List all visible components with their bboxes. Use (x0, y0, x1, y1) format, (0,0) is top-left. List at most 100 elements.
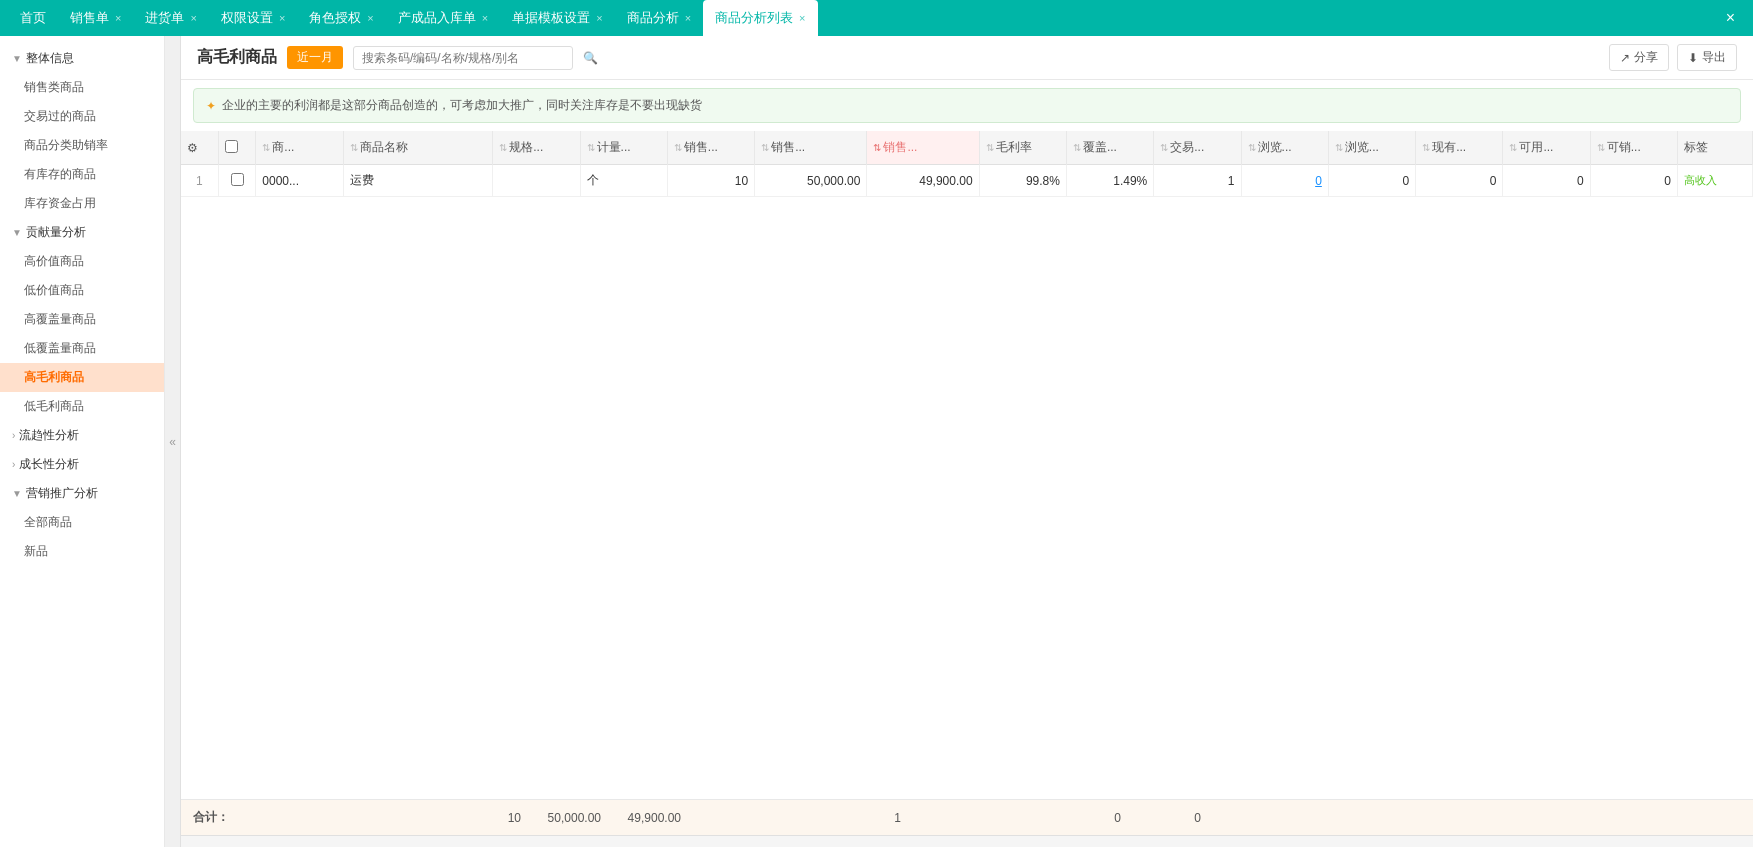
col-browse2[interactable]: ⇅ 浏览... (1328, 131, 1415, 165)
footer-trade-count: 1 (829, 811, 909, 825)
close-purchase-tab[interactable]: × (190, 12, 196, 24)
col-tag[interactable]: 标签 (1678, 131, 1753, 165)
arrow-growth: › (12, 459, 15, 470)
cell-tag: 高收入 (1678, 165, 1753, 197)
cell-checkbox[interactable] (218, 165, 255, 197)
arrow-marketing: ▼ (12, 488, 22, 499)
filter-month-button[interactable]: 近一月 (287, 46, 343, 69)
col-sale-qty[interactable]: ⇅ 销售... (667, 131, 754, 165)
sidebar-item-high-margin[interactable]: 高毛利商品 (0, 363, 164, 392)
arrow-overall: ▼ (12, 53, 22, 64)
col-settings[interactable]: ⚙ (181, 131, 218, 165)
col-sale-profit[interactable]: ⇅ 销售... (867, 131, 979, 165)
data-table: ⚙ ⇅ 商... ⇅ (181, 131, 1753, 197)
select-all-checkbox[interactable] (225, 140, 238, 153)
sidebar-item-in-stock[interactable]: 有库存的商品 (0, 160, 164, 189)
sidebar-item-low-value[interactable]: 低价值商品 (0, 276, 164, 305)
cell-sale-profit: 49,900.00 (867, 165, 979, 197)
footer-sale-profit: 49,900.00 (609, 811, 689, 825)
main-layout: ▼ 整体信息 销售类商品 交易过的商品 商品分类助销率 有库存的商品 库存资金占… (0, 36, 1753, 847)
footer-bar: 合计： 10 50,000.00 49,900.00 1 0 0 (181, 799, 1753, 835)
col-spec[interactable]: ⇅ 规格... (493, 131, 580, 165)
close-role-tab[interactable]: × (367, 12, 373, 24)
sidebar-item-traded-goods[interactable]: 交易过的商品 (0, 102, 164, 131)
search-input[interactable] (353, 46, 573, 70)
sidebar-item-high-value[interactable]: 高价值商品 (0, 247, 164, 276)
sidebar-section-overall[interactable]: ▼ 整体信息 (0, 44, 164, 73)
cell-unit: 个 (580, 165, 667, 197)
col-unit[interactable]: ⇅ 计量... (580, 131, 667, 165)
sidebar-item-new-goods[interactable]: 新品 (0, 537, 164, 566)
sidebar-section-trend[interactable]: › 流趋性分析 (0, 421, 164, 450)
col-sale-amt[interactable]: ⇅ 销售... (755, 131, 867, 165)
close-product-analysis-tab[interactable]: × (685, 12, 691, 24)
cell-saleable: 0 (1590, 165, 1677, 197)
col-code[interactable]: ⇅ 商... (256, 131, 343, 165)
footer-label: 合计： (193, 809, 229, 826)
sidebar-section-marketing[interactable]: ▼ 营销推广分析 (0, 479, 164, 508)
content-header: 高毛利商品 近一月 🔍 ↗ 分享 ⬇ 导出 (181, 36, 1753, 80)
close-template-tab[interactable]: × (596, 12, 602, 24)
cell-code: 0000... (256, 165, 343, 197)
col-name[interactable]: ⇅ 商品名称 (343, 131, 493, 165)
close-product-entry-tab[interactable]: × (482, 12, 488, 24)
sidebar-section-contribution[interactable]: ▼ 贡献量分析 (0, 218, 164, 247)
col-gross-rate[interactable]: ⇅ 毛利率 (979, 131, 1066, 165)
search-icon[interactable]: 🔍 (583, 51, 598, 65)
nav-sales[interactable]: 销售单 × (58, 0, 133, 36)
cell-browse2: 0 (1328, 165, 1415, 197)
sidebar: ▼ 整体信息 销售类商品 交易过的商品 商品分类助销率 有库存的商品 库存资金占… (0, 36, 165, 847)
col-stock[interactable]: ⇅ 现有... (1416, 131, 1503, 165)
cell-name: 运费 (343, 165, 493, 197)
nav-product-entry[interactable]: 产成品入库单 × (386, 0, 500, 36)
nav-purchase[interactable]: 进货单 × (133, 0, 208, 36)
export-icon: ⬇ (1688, 51, 1698, 65)
row-checkbox[interactable] (231, 173, 244, 186)
sidebar-item-low-margin[interactable]: 低毛利商品 (0, 392, 164, 421)
nav-home[interactable]: 首页 (8, 0, 58, 36)
cell-sale-amt: 50,000.00 (755, 165, 867, 197)
share-icon: ↗ (1620, 51, 1630, 65)
nav-template[interactable]: 单据模板设置 × (500, 0, 614, 36)
col-trade-count[interactable]: ⇅ 交易... (1154, 131, 1241, 165)
sidebar-item-low-coverage[interactable]: 低覆盖量商品 (0, 334, 164, 363)
export-button[interactable]: ⬇ 导出 (1677, 44, 1737, 71)
nav-product-analysis[interactable]: 商品分析 × (615, 0, 703, 36)
window-close-button[interactable]: × (1716, 9, 1745, 27)
nav-product-analysis-list[interactable]: 商品分析列表 × (703, 0, 817, 36)
close-product-analysis-list-tab[interactable]: × (799, 12, 805, 24)
sidebar-item-high-coverage[interactable]: 高覆盖量商品 (0, 305, 164, 334)
col-available[interactable]: ⇅ 可用... (1503, 131, 1590, 165)
sidebar-section-growth[interactable]: › 成长性分析 (0, 450, 164, 479)
sidebar-item-sales-goods[interactable]: 销售类商品 (0, 73, 164, 102)
arrow-contribution: ▼ (12, 227, 22, 238)
footer-sale-amt: 50,000.00 (529, 811, 609, 825)
cell-trade-count: 1 (1154, 165, 1241, 197)
cell-spec (493, 165, 580, 197)
table-wrapper: ⚙ ⇅ 商... ⇅ (181, 131, 1753, 799)
sidebar-item-stock-capital[interactable]: 库存资金占用 (0, 189, 164, 218)
col-saleable[interactable]: ⇅ 可销... (1590, 131, 1677, 165)
top-nav: 首页 销售单 × 进货单 × 权限设置 × 角色授权 × 产成品入库单 × 单据… (0, 0, 1753, 36)
close-sales-tab[interactable]: × (115, 12, 121, 24)
footer-stock: 0 (1049, 811, 1129, 825)
col-coverage[interactable]: ⇅ 覆盖... (1066, 131, 1153, 165)
cell-sale-qty: 10 (667, 165, 754, 197)
sidebar-item-category-rate[interactable]: 商品分类助销率 (0, 131, 164, 160)
info-banner: ✦ 企业的主要的利润都是这部分商品创造的，可考虑加大推广，同时关注库存是不要出现… (193, 88, 1741, 123)
sidebar-item-all-goods[interactable]: 全部商品 (0, 508, 164, 537)
col-checkbox (218, 131, 255, 165)
content-area: 高毛利商品 近一月 🔍 ↗ 分享 ⬇ 导出 ✦ 企业的主要的利润都是这部分商品创… (181, 36, 1753, 847)
table-row: 1 0000... 运费 个 10 50,000.00 (181, 165, 1753, 197)
cell-index: 1 (181, 165, 218, 197)
cell-browse1[interactable]: 0 (1241, 165, 1328, 197)
footer-available: 0 (1129, 811, 1209, 825)
share-button[interactable]: ↗ 分享 (1609, 44, 1669, 71)
close-permission-tab[interactable]: × (279, 12, 285, 24)
nav-role[interactable]: 角色授权 × (297, 0, 385, 36)
nav-permission[interactable]: 权限设置 × (209, 0, 297, 36)
cell-stock: 0 (1416, 165, 1503, 197)
col-browse1[interactable]: ⇅ 浏览... (1241, 131, 1328, 165)
sidebar-toggle[interactable]: « (165, 36, 181, 847)
horizontal-scrollbar[interactable] (181, 835, 1753, 847)
